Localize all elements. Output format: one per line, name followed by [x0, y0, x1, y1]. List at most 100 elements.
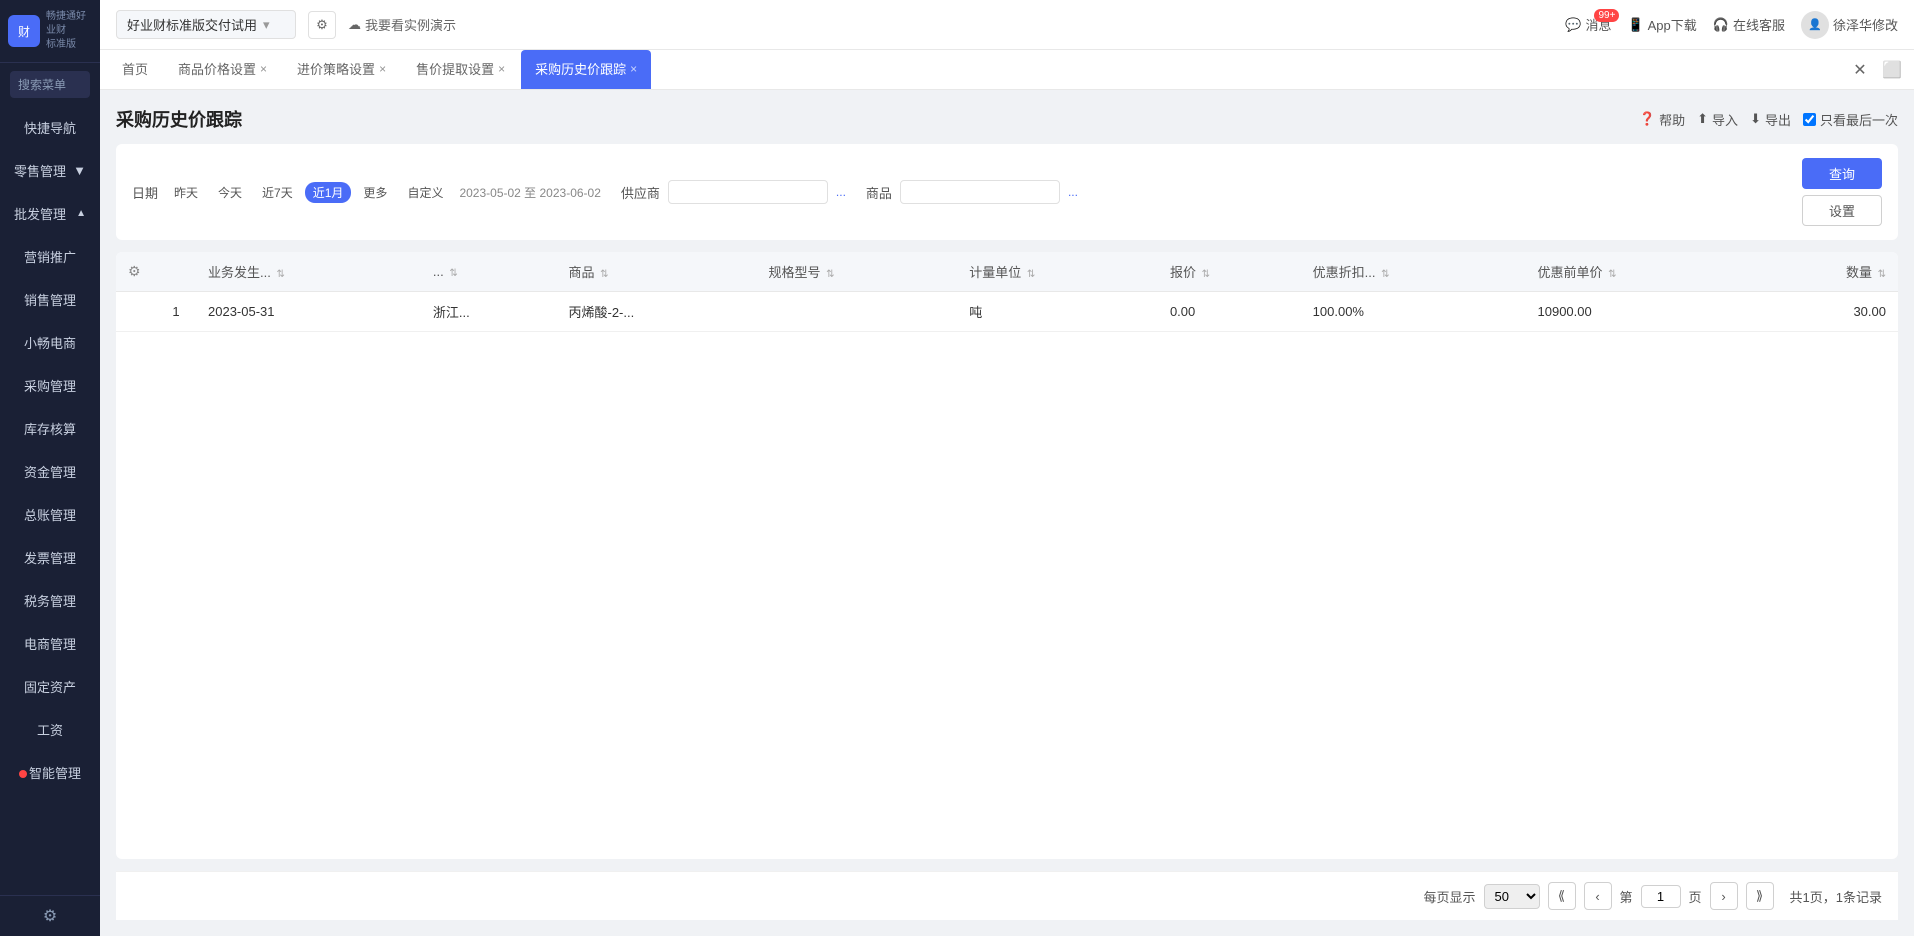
help-icon: ❓ — [1639, 111, 1655, 127]
filter-dates: 昨天 今天 近7天 近1月 更多 自定义 — [166, 182, 451, 203]
td-pre-price: 10900.00 — [1526, 292, 1756, 332]
date-btn-1month[interactable]: 近1月 — [305, 182, 352, 203]
only-last-checkbox-label[interactable]: 只看最后一次 — [1803, 110, 1898, 129]
tab-expand-button[interactable]: ⬜ — [1878, 56, 1906, 84]
query-button[interactable]: 查询 — [1802, 158, 1882, 189]
main-content: 好业财标准版交付试用 ▾ ⚙ ☁ 我要看实例演示 💬 消息 99+ 📱 App下… — [100, 0, 1914, 936]
date-btn-more[interactable]: 更多 — [355, 182, 395, 203]
date-btn-today[interactable]: 今天 — [210, 182, 250, 203]
sidebar-item-finance[interactable]: 资金管理 — [4, 452, 96, 491]
date-label: 日期 — [132, 183, 158, 202]
demo-link-button[interactable]: ☁ 我要看实例演示 — [348, 15, 456, 34]
page-header: 采购历史价跟踪 ❓ 帮助 ⬆ 导入 ⬇ 导出 只看最后一次 — [116, 106, 1898, 132]
per-page-label: 每页显示 — [1423, 887, 1475, 906]
th-discount[interactable]: 优惠折扣... ⇅ — [1301, 252, 1526, 292]
export-link[interactable]: ⬇ 导出 — [1750, 110, 1791, 129]
pagination-next-btn[interactable]: › — [1710, 882, 1738, 910]
th-more1[interactable]: ... ⇅ — [421, 252, 557, 292]
tab-close-purchase-history[interactable]: × — [630, 62, 637, 76]
import-icon: ⬆ — [1697, 111, 1708, 127]
td-price: 0.00 — [1158, 292, 1301, 332]
product-selector[interactable]: 好业财标准版交付试用 ▾ — [116, 10, 296, 39]
pagination: 每页显示 50 10 20 100 ⟪ ‹ 第 页 › ⟫ 共1页，1条记录 — [116, 871, 1898, 920]
tab-close-button[interactable]: ✕ — [1846, 56, 1874, 84]
td-date: 2023-05-31 — [196, 292, 421, 332]
th-qty[interactable]: 数量 ⇅ — [1755, 252, 1898, 292]
pagination-prev-btn[interactable]: ‹ — [1584, 882, 1612, 910]
tab-sale-price[interactable]: 售价提取设置 × — [402, 50, 519, 89]
sort-qty-icon: ⇅ — [1878, 269, 1886, 280]
goods-input[interactable] — [900, 180, 1060, 204]
sidebar-item-assets[interactable]: 固定资产 — [4, 667, 96, 706]
supplier-label: 供应商 — [621, 183, 660, 202]
app-logo: 财 畅捷通好业财 标准版 — [0, 0, 100, 63]
td-discount: 100.00% — [1301, 292, 1526, 332]
date-btn-custom[interactable]: 自定义 — [399, 182, 451, 203]
date-btn-yesterday[interactable]: 昨天 — [166, 182, 206, 203]
sidebar-item-ai[interactable]: 智能管理 — [4, 753, 96, 792]
date-range-display: 2023-05-02 至 2023-06-02 — [459, 184, 600, 201]
td-no: 1 — [156, 292, 196, 332]
wholesale-arrow-icon: ▲ — [76, 208, 86, 219]
page-label: 第 — [1620, 887, 1633, 906]
sidebar-item-quick-nav[interactable]: 快捷导航 — [4, 108, 96, 147]
sidebar-settings-icon[interactable]: ⚙ — [8, 906, 92, 926]
sort-pre-price-icon: ⇅ — [1608, 269, 1616, 280]
table-gear-icon[interactable]: ⚙ — [128, 263, 141, 279]
th-price[interactable]: 报价 ⇅ — [1158, 252, 1301, 292]
app-download-button[interactable]: 📱 App下载 — [1627, 15, 1696, 34]
user-button[interactable]: 👤 徐泽华修改 — [1801, 11, 1898, 39]
pagination-info: 共1页，1条记录 — [1790, 887, 1882, 906]
logo-icon: 财 — [8, 15, 40, 47]
only-last-checkbox[interactable] — [1803, 113, 1816, 126]
tab-close-purchase-strategy[interactable]: × — [379, 62, 386, 76]
pagination-first-btn[interactable]: ⟪ — [1548, 882, 1576, 910]
th-goods[interactable]: 商品 ⇅ — [556, 252, 756, 292]
import-link[interactable]: ⬆ 导入 — [1697, 110, 1738, 129]
sort-more1-icon: ⇅ — [449, 268, 457, 279]
sidebar-item-retail[interactable]: 零售管理 ▼ — [4, 151, 96, 190]
tab-price-settings[interactable]: 商品价格设置 × — [164, 50, 281, 89]
supplier-input[interactable] — [668, 180, 828, 204]
search-menu-button[interactable]: 搜索菜单 — [10, 71, 90, 98]
page-input[interactable] — [1641, 885, 1681, 908]
supplier-more-btn[interactable]: ... — [836, 185, 846, 199]
td-goods: 丙烯酸-2-... — [556, 292, 756, 332]
th-unit[interactable]: 计量单位 ⇅ — [957, 252, 1158, 292]
tab-purchase-strategy[interactable]: 进价策略设置 × — [283, 50, 400, 89]
date-btn-7days[interactable]: 近7天 — [254, 182, 301, 203]
sidebar-item-ecommerce-small[interactable]: 小畅电商 — [4, 323, 96, 362]
sidebar-item-inventory[interactable]: 库存核算 — [4, 409, 96, 448]
data-table: ⚙ 业务发生... ⇅ ... ⇅ 商品 ⇅ — [116, 252, 1898, 332]
sidebar-item-tax[interactable]: 税务管理 — [4, 581, 96, 620]
th-pre-price[interactable]: 优惠前单价 ⇅ — [1526, 252, 1756, 292]
sidebar-item-ledger[interactable]: 总账管理 — [4, 495, 96, 534]
tab-purchase-history[interactable]: 采购历史价跟踪 × — [521, 50, 651, 89]
th-date[interactable]: 业务发生... ⇅ — [196, 252, 421, 292]
messages-button[interactable]: 💬 消息 99+ — [1565, 15, 1611, 34]
goods-more-btn[interactable]: ... — [1068, 185, 1078, 199]
sidebar-item-purchase[interactable]: 采购管理 — [4, 366, 96, 405]
filter-settings-button[interactable]: 设置 — [1802, 195, 1882, 226]
pagination-last-btn[interactable]: ⟫ — [1746, 882, 1774, 910]
sidebar-bottom: ⚙ — [0, 895, 100, 936]
help-link[interactable]: ❓ 帮助 — [1639, 110, 1685, 129]
tab-home[interactable]: 首页 — [108, 50, 162, 89]
sidebar-item-payroll[interactable]: 工资 — [4, 710, 96, 749]
tab-close-price-settings[interactable]: × — [260, 62, 267, 76]
header-settings-button[interactable]: ⚙ — [308, 11, 336, 39]
sidebar-item-invoice[interactable]: 发票管理 — [4, 538, 96, 577]
per-page-select[interactable]: 50 10 20 100 — [1484, 884, 1540, 909]
tab-close-sale-price[interactable]: × — [498, 62, 505, 76]
sidebar-item-sales[interactable]: 销售管理 — [4, 280, 96, 319]
sidebar-item-wholesale[interactable]: 批发管理 ▲ — [4, 194, 96, 233]
ai-dot-icon — [19, 770, 27, 778]
sidebar-item-ecommerce[interactable]: 电商管理 — [4, 624, 96, 663]
th-spec[interactable]: 规格型号 ⇅ — [757, 252, 958, 292]
sort-discount-icon: ⇅ — [1381, 269, 1389, 280]
td-qty: 30.00 — [1755, 292, 1898, 332]
online-service-button[interactable]: 🎧 在线客服 — [1713, 15, 1785, 34]
filter-row: 日期 昨天 今天 近7天 近1月 更多 自定义 2023-05-02 至 202… — [132, 158, 1882, 226]
th-gear: ⚙ — [116, 252, 156, 292]
sidebar-item-marketing[interactable]: 营销推广 — [4, 237, 96, 276]
